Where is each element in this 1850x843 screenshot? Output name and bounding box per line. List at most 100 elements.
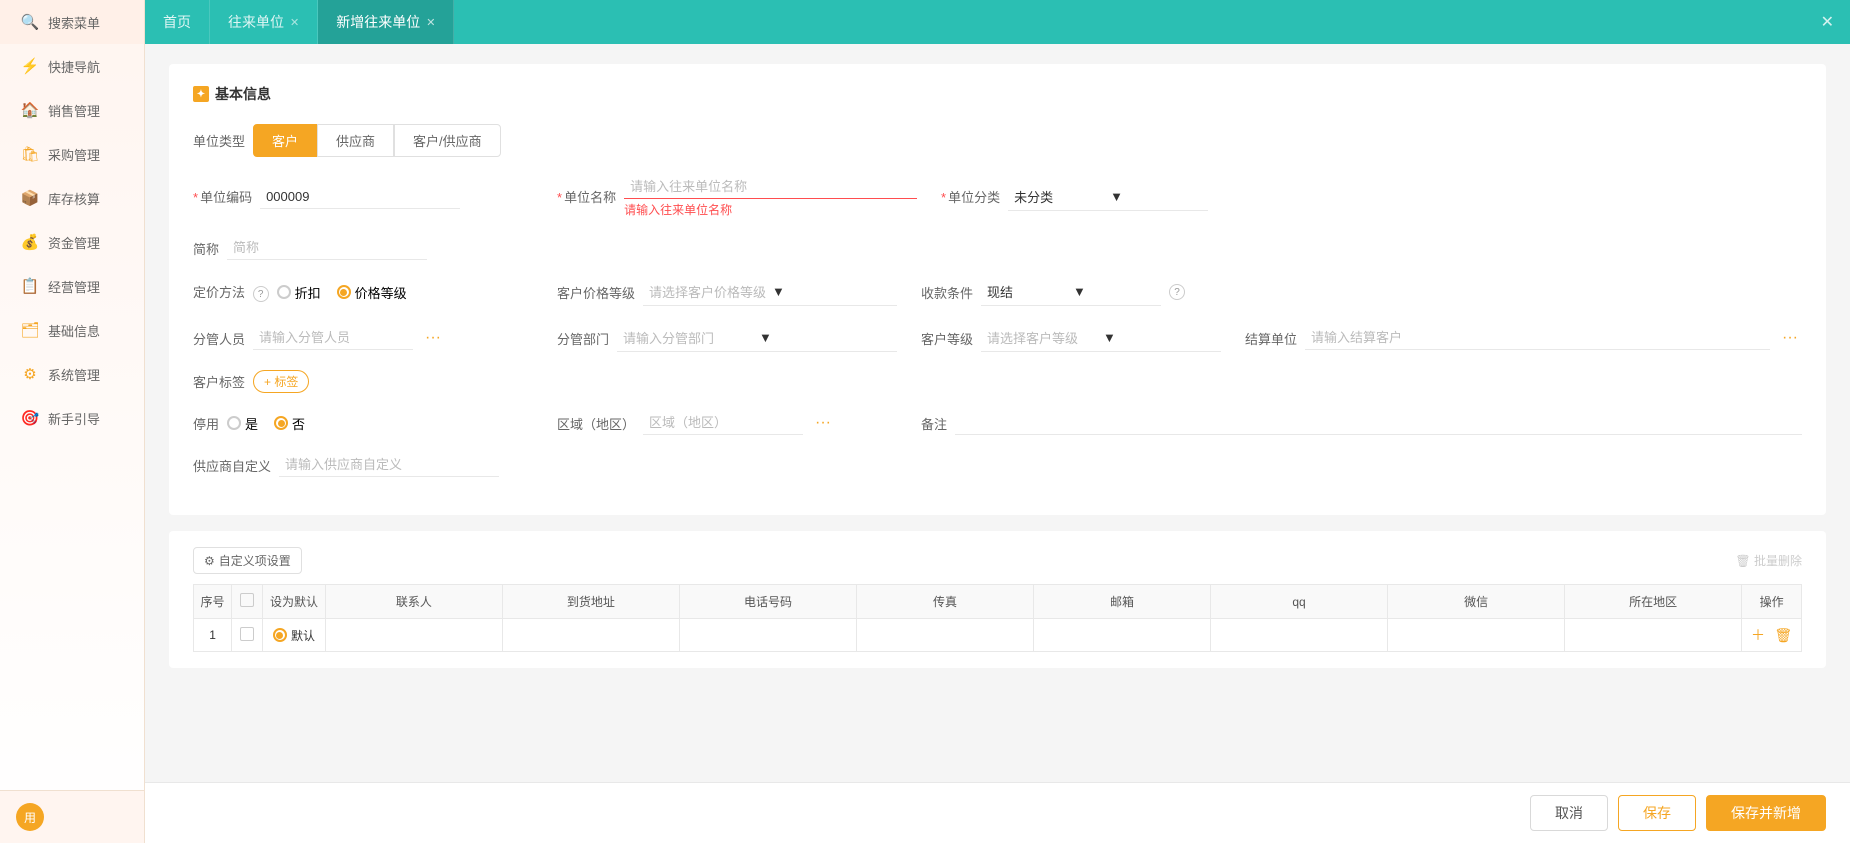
unit-category-select[interactable]: 未分类 ▼ (1008, 183, 1208, 211)
pricing-method-help-icon[interactable]: ? (253, 286, 269, 302)
row-contact-input[interactable] (334, 628, 494, 642)
sidebar-item-sales[interactable]: 🏠 销售管理 (0, 88, 144, 132)
customer-level-item: 客户等级 请选择客户等级 ▼ (921, 324, 1221, 352)
tab-partner-close[interactable]: ✕ (290, 16, 299, 29)
payment-terms-help-icon[interactable]: ? (1169, 284, 1185, 300)
customer-price-level-label: 客户价格等级 (557, 283, 635, 302)
customer-level-select[interactable]: 请选择客户等级 ▼ (981, 324, 1221, 352)
row-contact[interactable] (325, 619, 502, 652)
sidebar-item-system[interactable]: ⚙ 系统管理 (0, 352, 144, 396)
payment-terms-select[interactable]: 现结 ▼ (981, 278, 1161, 306)
disabled-no-radio[interactable]: 否 (274, 414, 305, 433)
department-label: 分管部门 (557, 329, 609, 348)
customer-price-level-chevron: ▼ (772, 284, 891, 299)
row-region-input[interactable] (1573, 628, 1733, 642)
unit-category-item: *单位分类 未分类 ▼ (941, 183, 1261, 211)
region-input[interactable] (643, 411, 803, 435)
type-btn-both[interactable]: 客户/供应商 (394, 124, 501, 157)
short-name-input[interactable] (227, 236, 427, 260)
unit-code-input[interactable] (260, 185, 460, 209)
row-fax-input[interactable] (865, 628, 1025, 642)
manager-dots-btn[interactable]: ··· (421, 329, 445, 347)
row-default-radio[interactable]: 默认 (271, 627, 317, 644)
search-menu-icon: 🔍 (20, 12, 40, 32)
customer-tag-row: 客户标签 + 标签 (193, 370, 1802, 393)
region-dots-btn[interactable]: ··· (811, 414, 835, 432)
unit-type-row: 单位类型 客户 供应商 客户/供应商 (193, 124, 1802, 157)
unit-name-input[interactable] (624, 175, 917, 199)
remarks-label: 备注 (921, 414, 947, 433)
row-check-cell (232, 619, 263, 652)
sidebar-item-purchase[interactable]: 🛍 采购管理 (0, 132, 144, 176)
unit-name-item: *单位名称 请输入往来单位名称 (557, 175, 917, 218)
settlement-unit-dots-btn[interactable]: ··· (1778, 329, 1802, 347)
global-close-btn[interactable]: ✕ (1821, 12, 1834, 32)
batch-delete-icon: 🗑 (1735, 554, 1750, 568)
sidebar-item-finance[interactable]: 💰 资金管理 (0, 220, 144, 264)
type-btn-supplier[interactable]: 供应商 (317, 124, 394, 157)
cancel-button[interactable]: 取消 (1530, 795, 1608, 831)
row-add-btn[interactable]: ＋ (1751, 627, 1765, 643)
manager-input[interactable] (253, 326, 413, 350)
type-btn-customer[interactable]: 客户 (253, 124, 317, 157)
footer: 取消 保存 保存并新增 (145, 782, 1850, 843)
basic-info-icon: 🗂 (20, 320, 40, 340)
user-avatar: 用 (16, 803, 44, 831)
supplier-custom-row: 供应商自定义 (193, 453, 1802, 477)
sidebar-item-quick-nav[interactable]: ⚡ 快捷导航 (0, 44, 144, 88)
sidebar-item-inventory[interactable]: 📦 库存核算 (0, 176, 144, 220)
row-phone[interactable] (679, 619, 856, 652)
save-button[interactable]: 保存 (1618, 795, 1696, 831)
unit-name-error: 请输入往来单位名称 (624, 201, 917, 218)
settings-gear-icon: ⚙ (204, 554, 215, 568)
pricing-level-radio[interactable]: 价格等级 (337, 283, 407, 302)
department-item: 分管部门 请输入分管部门 ▼ (557, 324, 897, 352)
col-qq: qq (1211, 585, 1388, 619)
disabled-yes-radio[interactable]: 是 (227, 414, 258, 433)
header-checkbox[interactable] (240, 593, 254, 607)
customer-level-chevron: ▼ (1103, 330, 1215, 345)
remarks-item: 备注 (921, 411, 1802, 435)
operations-icon: 📋 (20, 276, 40, 296)
tab-new-partner[interactable]: 新增往来单位 ✕ (318, 0, 454, 44)
row-email[interactable] (1034, 619, 1211, 652)
add-tag-btn[interactable]: + 标签 (253, 370, 309, 393)
sidebar-item-basic-info[interactable]: 🗂 基础信息 (0, 308, 144, 352)
row-wechat-input[interactable] (1396, 628, 1556, 642)
row-wechat[interactable] (1388, 619, 1565, 652)
row-address[interactable] (502, 619, 679, 652)
quick-nav-icon: ⚡ (20, 56, 40, 76)
row-delete-btn[interactable]: 🗑 (1774, 627, 1792, 643)
settlement-unit-input[interactable] (1305, 326, 1770, 350)
customize-settings-btn[interactable]: ⚙ 自定义项设置 (193, 547, 302, 574)
sidebar-item-operations[interactable]: 📋 经营管理 (0, 264, 144, 308)
disabled-radio-group: 是 否 (227, 414, 305, 433)
row-checkbox[interactable] (240, 627, 254, 641)
pricing-discount-circle (277, 285, 291, 299)
payment-terms-item: 收款条件 现结 ▼ ? (921, 278, 1241, 306)
row-address-input[interactable] (511, 628, 671, 642)
row-region[interactable] (1565, 619, 1742, 652)
row-email-input[interactable] (1042, 628, 1202, 642)
region-label: 区域（地区） (557, 414, 635, 433)
supplier-custom-input[interactable] (279, 453, 499, 477)
row-qq[interactable] (1211, 619, 1388, 652)
customer-price-level-select[interactable]: 请选择客户价格等级 ▼ (643, 278, 897, 306)
main-area: 首页 往来单位 ✕ 新增往来单位 ✕ ✕ ✦ 基本信息 单位类型 客户 (145, 0, 1850, 843)
tab-new-partner-close[interactable]: ✕ (426, 16, 435, 29)
tab-partner[interactable]: 往来单位 ✕ (210, 0, 318, 44)
row-phone-input[interactable] (688, 628, 848, 642)
contact-table-section: ⚙ 自定义项设置 🗑 批量删除 序号 设为默认 联系人 (169, 531, 1826, 668)
row-fax[interactable] (856, 619, 1033, 652)
remarks-input[interactable] (955, 411, 1802, 435)
row-qq-input[interactable] (1219, 628, 1379, 642)
basic-info-card: ✦ 基本信息 单位类型 客户 供应商 客户/供应商 *单位编 (169, 64, 1826, 515)
tab-home[interactable]: 首页 (145, 0, 210, 44)
sidebar-item-search[interactable]: 🔍 搜索菜单 (0, 0, 144, 44)
sidebar-item-guide[interactable]: 🎯 新手引导 (0, 396, 144, 440)
batch-delete-btn[interactable]: 🗑 批量删除 (1735, 552, 1802, 569)
unit-name-input-group: 请输入往来单位名称 (624, 175, 917, 218)
department-select[interactable]: 请输入分管部门 ▼ (617, 324, 897, 352)
save-new-button[interactable]: 保存并新增 (1706, 795, 1826, 831)
pricing-discount-radio[interactable]: 折扣 (277, 283, 321, 302)
